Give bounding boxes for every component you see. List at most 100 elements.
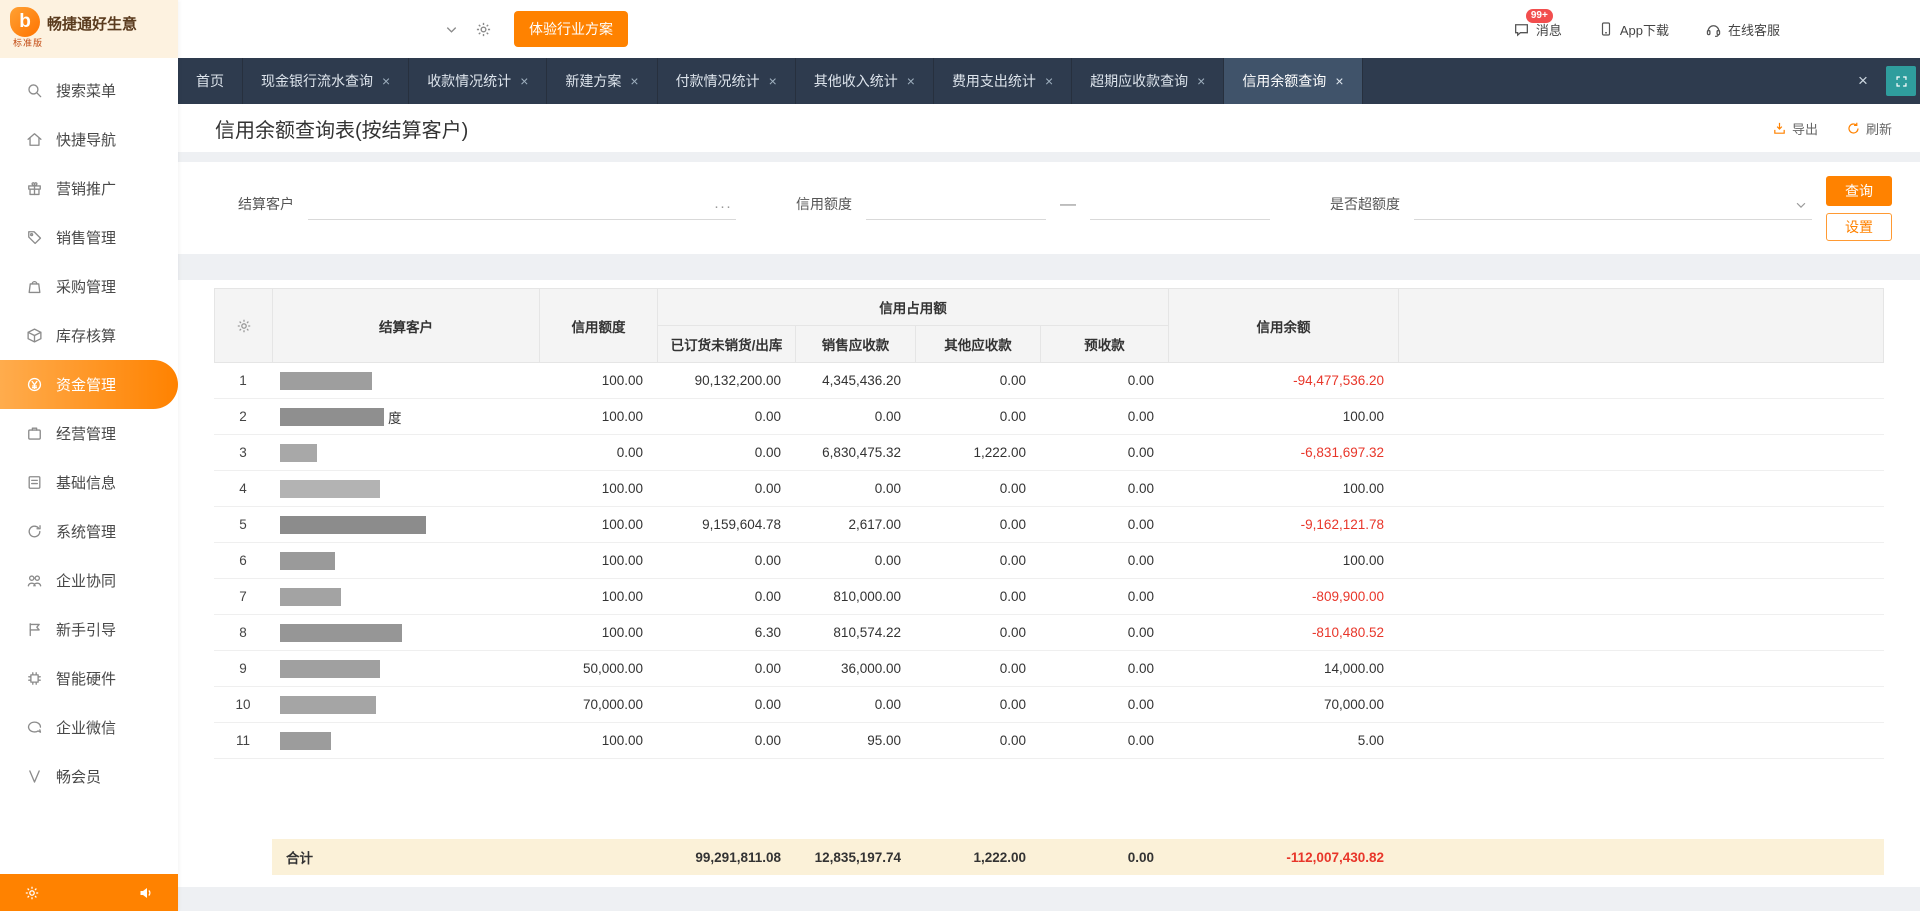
credit-min-input[interactable] (866, 195, 1046, 219)
total-credit-balance: -112,007,430.82 (1286, 849, 1384, 865)
credit-balance-cell: 70,000.00 (1323, 697, 1384, 712)
credit-max-input[interactable] (1090, 195, 1270, 219)
customer-cell (272, 471, 539, 506)
table-row[interactable]: 5 100.00 9,159,604.78 2,617.00 0.00 0.00… (214, 507, 1884, 543)
sidebar-item-business[interactable]: 经营管理 (0, 409, 178, 458)
tab-费用支出统计[interactable]: 费用支出统计 × (934, 58, 1073, 104)
tab-付款情况统计[interactable]: 付款情况统计 × (658, 58, 796, 104)
tab-close-icon[interactable]: × (769, 74, 777, 88)
sidebar-item-system[interactable]: 系统管理 (0, 507, 178, 556)
sidebar-item-purchase[interactable]: 采购管理 (0, 262, 178, 311)
sales-receivable-cell: 4,345,436.20 (822, 373, 901, 388)
sidebar-item-nav[interactable]: 快捷导航 (0, 115, 178, 164)
table-row[interactable]: 8 100.00 6.30 810,574.22 0.00 0.00 -810,… (214, 615, 1884, 651)
customer-picker-ellipsis[interactable]: ··· (714, 198, 732, 215)
sales-receivable-cell: 6,830,475.32 (822, 445, 901, 460)
header-credit-used-subcolumns: 已订货未销货/出库 销售应收款 其他应收款 预收款 (658, 326, 1169, 363)
query-button[interactable]: 查询 (1826, 176, 1892, 206)
search-icon (26, 82, 43, 99)
close-all-tabs-icon[interactable]: × (1848, 66, 1878, 96)
column-settings-gear-icon[interactable] (215, 289, 273, 363)
table-row[interactable]: 1 100.00 90,132,200.00 4,345,436.20 0.00… (214, 363, 1884, 399)
table-row[interactable]: 9 50,000.00 0.00 36,000.00 0.00 0.00 14,… (214, 651, 1884, 687)
total-credit-limit (539, 839, 657, 875)
tab-close-icon[interactable]: × (1045, 74, 1053, 88)
credit-limit-cell: 100.00 (601, 481, 643, 496)
sidebar-item-member[interactable]: 畅会员 (0, 752, 178, 801)
tab-close-icon[interactable]: × (1197, 74, 1205, 88)
sidebar-item-funds[interactable]: 资金管理 (0, 360, 178, 409)
tab-close-icon[interactable]: × (1335, 74, 1343, 88)
table-row[interactable]: 10 70,000.00 0.00 0.00 0.00 0.00 70,000.… (214, 687, 1884, 723)
tab-label: 信用余额查询 (1242, 73, 1327, 89)
export-button[interactable]: 导出 (1772, 119, 1818, 138)
app-download-button[interactable]: App下载 (1598, 20, 1669, 39)
sidebar: b 畅捷通好生意 标准版 搜索菜单 快捷导航 营销推广 销售管理 采购管理 库存… (0, 0, 178, 911)
range-separator: — (1060, 196, 1076, 213)
advance-received-cell: 0.00 (1127, 733, 1154, 748)
table-row[interactable]: 6 100.00 0.00 0.00 0.00 0.00 100.00 (214, 543, 1884, 579)
sidebar-item-wechat[interactable]: 企业微信 (0, 703, 178, 752)
redacted-customer-name (280, 731, 331, 750)
sidebar-item-sales[interactable]: 销售管理 (0, 213, 178, 262)
credit-limit-cell: 100.00 (601, 589, 643, 604)
settings-gear-icon[interactable] (24, 885, 40, 901)
credit-limit-cell: 70,000.00 (582, 697, 643, 712)
sidebar-menu: 搜索菜单 快捷导航 营销推广 销售管理 采购管理 库存核算 资金管理 经营管理 (0, 58, 178, 801)
tab-其他收入统计[interactable]: 其他收入统计 × (796, 58, 934, 104)
tab-新建方案[interactable]: 新建方案 × (547, 58, 658, 104)
credit-balance-cell: 14,000.00 (1323, 661, 1384, 676)
customer-cell (272, 507, 539, 542)
settings-button[interactable]: 设置 (1826, 213, 1892, 241)
tab-label: 超期应收款查询 (1090, 73, 1189, 89)
refresh-button[interactable]: 刷新 (1846, 119, 1892, 138)
messages-button[interactable]: 99+ 消息 (1513, 8, 1562, 39)
sidebar-item-hardware[interactable]: 智能硬件 (0, 654, 178, 703)
table-body: 1 100.00 90,132,200.00 4,345,436.20 0.00… (214, 363, 1884, 759)
row-index: 2 (239, 409, 247, 424)
experience-plan-button[interactable]: 体验行业方案 (514, 11, 628, 47)
sidebar-item-collab[interactable]: 企业协同 (0, 556, 178, 605)
tab-信用余额查询[interactable]: 信用余额查询 × (1224, 58, 1363, 104)
online-service-button[interactable]: 在线客服 (1705, 20, 1780, 39)
tab-现金银行流水查询[interactable]: 现金银行流水查询 × (243, 58, 410, 104)
row-index: 10 (235, 697, 251, 712)
table-row[interactable]: 7 100.00 0.00 810,000.00 0.00 0.00 -809,… (214, 579, 1884, 615)
sidebar-item-inventory[interactable]: 库存核算 (0, 311, 178, 360)
table-row[interactable]: 2 度 100.00 0.00 0.00 0.00 0.00 100.00 (214, 399, 1884, 435)
redacted-customer-name (280, 515, 426, 534)
tab-label: 费用支出统计 (951, 73, 1036, 89)
tab-actions: × (1848, 58, 1920, 104)
tab-close-icon[interactable]: × (907, 74, 915, 88)
fullscreen-icon[interactable] (1886, 66, 1916, 96)
tab-超期应收款查询[interactable]: 超期应收款查询 × (1072, 58, 1225, 104)
chevron-down-icon[interactable] (444, 22, 459, 37)
sound-icon[interactable] (138, 885, 154, 901)
customer-filter-input[interactable] (308, 195, 736, 219)
table-row[interactable]: 4 100.00 0.00 0.00 0.00 0.00 100.00 (214, 471, 1884, 507)
tab-收款情况统计[interactable]: 收款情况统计 × (409, 58, 548, 104)
over-limit-select[interactable] (1414, 192, 1812, 220)
table-row[interactable]: 3 0.00 0.00 6,830,475.32 1,222.00 0.00 -… (214, 435, 1884, 471)
sidebar-item-info[interactable]: 基础信息 (0, 458, 178, 507)
over-limit-input[interactable] (1414, 195, 1812, 219)
tab-close-icon[interactable]: × (630, 74, 638, 88)
credit-limit-cell: 100.00 (601, 625, 643, 640)
ordered-not-shipped-cell: 0.00 (754, 733, 781, 748)
sidebar-item-marketing[interactable]: 营销推广 (0, 164, 178, 213)
header-credit-balance: 信用余额 (1169, 289, 1399, 363)
export-icon (1772, 121, 1787, 136)
sidebar-item-guide[interactable]: 新手引导 (0, 605, 178, 654)
gear-icon[interactable] (475, 21, 492, 38)
table-row[interactable]: 11 100.00 0.00 95.00 0.00 0.00 5.00 (214, 723, 1884, 759)
advance-received-cell: 0.00 (1127, 697, 1154, 712)
refresh-label: 刷新 (1865, 121, 1892, 137)
tab-close-icon[interactable]: × (382, 74, 390, 88)
sales-receivable-cell: 0.00 (874, 697, 901, 712)
sales-receivable-cell: 0.00 (874, 409, 901, 424)
sidebar-item-search[interactable]: 搜索菜单 (0, 66, 178, 115)
tab-首页[interactable]: 首页 (178, 58, 243, 104)
tab-close-icon[interactable]: × (520, 74, 528, 88)
row-filler (1398, 651, 1884, 686)
credit-balance-cell: 5.00 (1357, 733, 1384, 748)
